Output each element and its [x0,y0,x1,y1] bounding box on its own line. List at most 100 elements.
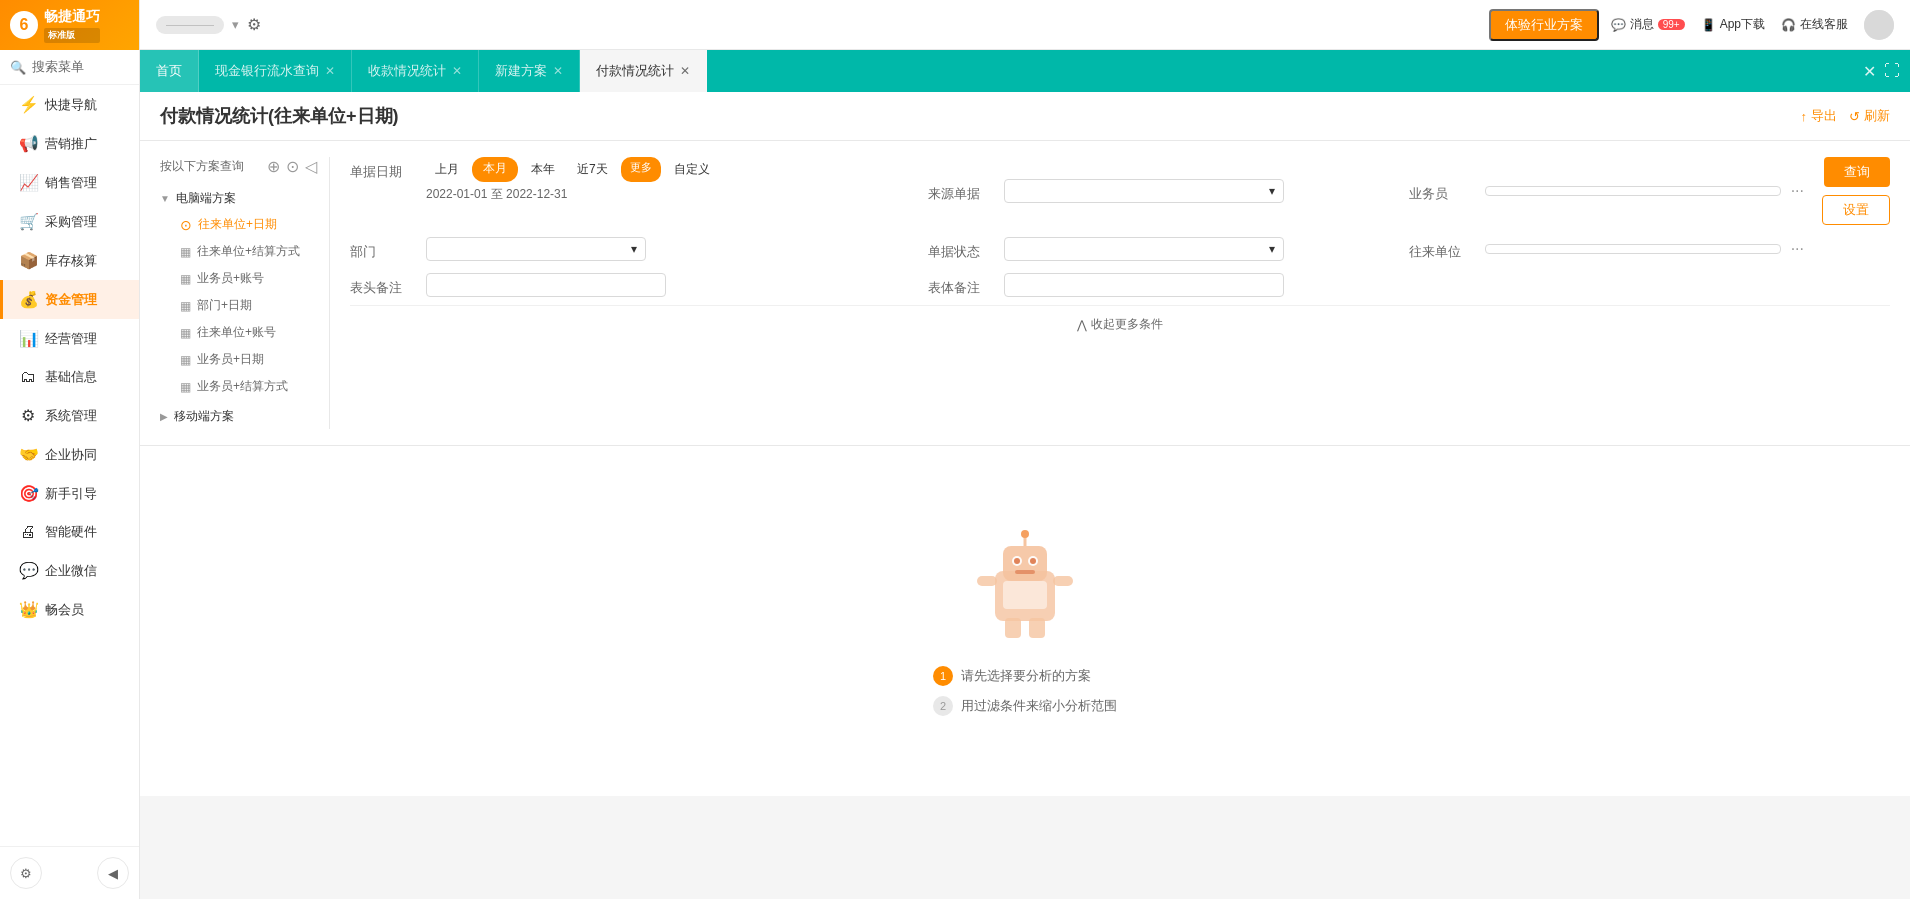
add-scheme-btn[interactable]: ⊕ [267,157,280,176]
app-download-btn[interactable]: 📱 App下载 [1701,16,1765,33]
download-icon: 📱 [1701,18,1716,32]
sidebar-item-member[interactable]: 👑 畅会员 [0,590,139,629]
date-btn-more[interactable]: 更多 [621,157,661,182]
user-avatar[interactable] [1864,10,1894,40]
date-btn-this-year[interactable]: 本年 [522,157,564,182]
scheme-settings-btn[interactable]: ⊙ [286,157,299,176]
mobile-scheme-group[interactable]: ▶ 移动端方案 [160,400,317,429]
sidebar-item-inventory[interactable]: 📦 库存核算 [0,241,139,280]
date-btn-custom[interactable]: 自定义 [665,157,719,182]
tab-home[interactable]: 首页 [140,50,199,92]
scheme-item-dept-date[interactable]: ▦ 部门+日期 [160,292,317,319]
content-area: 付款情况统计(往来单位+日期) ↑ 导出 ↺ 刷新 按以下方案查询 ⊕ [140,92,1910,899]
query-btn[interactable]: 查询 [1824,157,1890,187]
staff-select[interactable] [1485,186,1781,196]
settings-bottom-btn[interactable]: ⚙ [10,857,42,889]
sidebar-item-purchase[interactable]: 🛒 采购管理 [0,202,139,241]
scheme-icon: ▦ [180,245,191,259]
source-select[interactable]: ▾ [1004,179,1284,203]
topbar-user: ———— ▾ ⚙ [156,15,1477,34]
sidebar-item-guide[interactable]: 🎯 新手引导 [0,474,139,513]
chevron-right-icon: ▶ [160,411,168,422]
date-filter-group: 单据日期 上月 本月 本年 近7天 更多 自定义 2022-01-01 至 20… [350,157,928,225]
sidebar: 6 畅捷通巧 标准版 🔍 搜索菜单 ⚡ 快捷导航 📢 营销推广 📈 销售管理 🛒… [0,0,140,899]
tab-payment-stats[interactable]: 付款情况统计 ✕ [580,50,707,92]
tab-close-cash-flow[interactable]: ✕ [325,64,335,78]
collapse-sidebar-btn[interactable]: ◀ [97,857,129,889]
dept-filter-group: 部门 ▾ [350,237,928,261]
maximize-icon[interactable]: ⛶ [1884,62,1900,80]
body-note-input[interactable] [1004,273,1284,297]
header-note-input[interactable] [426,273,666,297]
sidebar-item-quick-nav[interactable]: ⚡ 快捷导航 [0,85,139,124]
tabbar: 首页 现金银行流水查询 ✕ 收款情况统计 ✕ 新建方案 ✕ 付款情况统计 ✕ ✕… [140,50,1910,92]
sidebar-item-basic[interactable]: 🗂 基础信息 [0,358,139,396]
tab-close-new-plan[interactable]: ✕ [553,64,563,78]
sidebar-item-finance[interactable]: 💰 资金管理 [0,280,139,319]
date-btn-this-month[interactable]: 本月 [472,157,518,182]
sidebar-item-marketing[interactable]: 📢 营销推广 [0,124,139,163]
logo-text: 畅捷通巧 标准版 [44,8,100,43]
scheme-icon: ▦ [180,326,191,340]
staff-filter-more[interactable]: ··· [1787,182,1804,200]
scheme-item-staff-settle[interactable]: ▦ 业务员+结算方式 [160,373,317,400]
filter-query-actions: 查询 设置 [1810,157,1890,225]
tab-close-payment-stats[interactable]: ✕ [680,64,690,78]
staff-filter-group: 业务员 ··· 查询 设置 [1409,157,1890,225]
scheme-item-unit-settle[interactable]: ▦ 往来单位+结算方式 [160,238,317,265]
tab-new-plan[interactable]: 新建方案 ✕ [479,50,580,92]
tab-receipt-stats[interactable]: 收款情况统计 ✕ [352,50,479,92]
sidebar-item-system[interactable]: ⚙ 系统管理 [0,396,139,435]
user-dropdown-icon[interactable]: ▾ [232,17,239,32]
scheme-item-staff-date[interactable]: ▦ 业务员+日期 [160,346,317,373]
desktop-group-toggle[interactable]: ▼ 电脑端方案 [160,186,317,211]
new-plan-tab-label: 新建方案 [495,62,547,80]
date-buttons-row: 上月 本月 本年 近7天 更多 自定义 [426,157,719,182]
voucher-status-select[interactable]: ▾ [1004,237,1284,261]
empty-tip-1: 1 请先选择要分析的方案 [933,666,1117,686]
nav-icon: 💬 [19,561,37,580]
trial-btn[interactable]: 体验行业方案 [1489,9,1599,41]
sidebar-item-hardware[interactable]: 🖨 智能硬件 [0,513,139,551]
online-service-btn[interactable]: 🎧 在线客服 [1781,16,1848,33]
settings-btn[interactable]: 设置 [1822,195,1890,225]
sidebar-search[interactable]: 🔍 搜索菜单 [0,50,139,85]
filter-row-1: 单据日期 上月 本月 本年 近7天 更多 自定义 2022-01-01 至 20… [350,157,1890,225]
sidebar-item-sales[interactable]: 📈 销售管理 [0,163,139,202]
filter-scheme-sidebar: 按以下方案查询 ⊕ ⊙ ◁ ▼ 电脑端方案 ⊙ 往来单位+日期 [160,157,330,429]
receipt-stats-tab-label: 收款情况统计 [368,62,446,80]
svg-rect-9 [1029,618,1045,638]
sidebar-item-cooperation[interactable]: 🤝 企业协同 [0,435,139,474]
nav-icon: 👑 [19,600,37,619]
collapse-more-conditions-btn[interactable]: ⋀ 收起更多条件 [1077,310,1163,339]
related-unit-select[interactable] [1485,244,1781,254]
tab-cash-flow[interactable]: 现金银行流水查询 ✕ [199,50,352,92]
related-unit-more[interactable]: ··· [1787,240,1804,258]
filter-main: 单据日期 上月 本月 本年 近7天 更多 自定义 2022-01-01 至 20… [330,157,1890,429]
svg-rect-7 [1015,570,1035,574]
chevron-down-icon: ▾ [1269,184,1275,198]
tab-close-receipt-stats[interactable]: ✕ [452,64,462,78]
scheme-collapse-btn[interactable]: ◁ [305,157,317,176]
sidebar-item-operation[interactable]: 📊 经营管理 [0,319,139,358]
close-all-tabs-icon[interactable]: ✕ [1863,62,1876,81]
date-btn-last-month[interactable]: 上月 [426,157,468,182]
nav-icon: 📦 [19,251,37,270]
export-btn[interactable]: ↑ 导出 [1801,107,1838,125]
messages-badge: 99+ [1658,19,1685,30]
body-note-label: 表体备注 [928,273,998,297]
search-icon: 🔍 [10,60,26,75]
date-btn-last-7[interactable]: 近7天 [568,157,617,182]
scheme-item-unit-account[interactable]: ▦ 往来单位+账号 [160,319,317,346]
settings-icon[interactable]: ⚙ [247,15,261,34]
messages-btn[interactable]: 💬 消息 99+ [1611,16,1685,33]
refresh-btn[interactable]: ↺ 刷新 [1849,107,1890,125]
refresh-icon: ↺ [1849,109,1860,124]
version-badge: 标准版 [44,28,100,43]
filter-area: 按以下方案查询 ⊕ ⊙ ◁ ▼ 电脑端方案 ⊙ 往来单位+日期 [140,141,1910,446]
svg-point-14 [1021,530,1029,538]
sidebar-item-wechat[interactable]: 💬 企业微信 [0,551,139,590]
scheme-item-unit-date[interactable]: ⊙ 往来单位+日期 [160,211,317,238]
dept-select[interactable]: ▾ [426,237,646,261]
scheme-item-staff-account[interactable]: ▦ 业务员+账号 [160,265,317,292]
